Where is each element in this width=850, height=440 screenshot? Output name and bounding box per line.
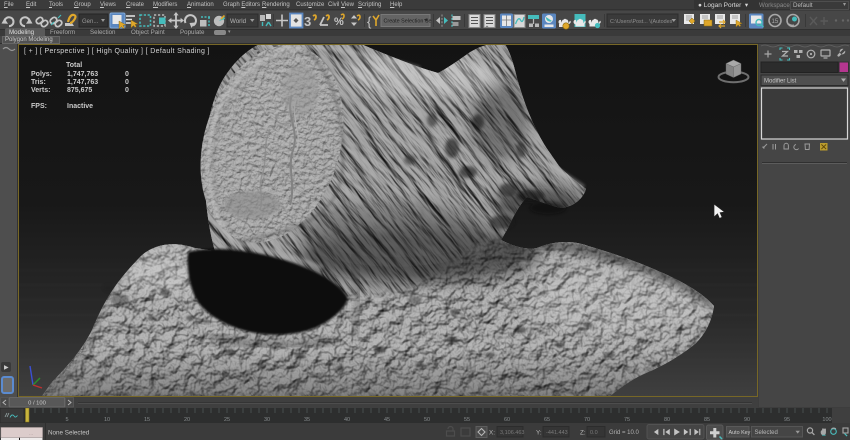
svg-text:Grid = 10.0: Grid = 10.0 [609, 430, 640, 436]
svg-text:Selected: Selected [755, 430, 778, 436]
svg-text:15: 15 [772, 19, 779, 25]
svg-text:Z:: Z: [580, 429, 586, 436]
svg-text:3,106.463: 3,106.463 [500, 430, 524, 436]
svg-text:C:\Users\Post... \(Autodes: C:\Users\Post... \(Autodes [610, 19, 673, 25]
svg-text:3: 3 [304, 14, 311, 29]
svg-text:X:: X: [489, 429, 495, 436]
svg-text:0 / 100: 0 / 100 [28, 400, 46, 406]
svg-text:None Selected: None Selected [48, 429, 90, 436]
svg-text:Create Selection Se: Create Selection Se [384, 19, 432, 25]
svg-text:Y:: Y: [536, 429, 542, 436]
svg-text:{: { [367, 14, 372, 29]
svg-text:World: World [230, 18, 247, 25]
svg-text:-441.443: -441.443 [546, 430, 568, 436]
svg-text:Auto Key: Auto Key [729, 430, 751, 436]
svg-text:Gen...: Gen... [82, 19, 99, 25]
svg-text:0.0: 0.0 [590, 430, 598, 436]
svg-text:...: ... [29, 431, 33, 437]
svg-text:Modifier List: Modifier List [764, 79, 797, 85]
